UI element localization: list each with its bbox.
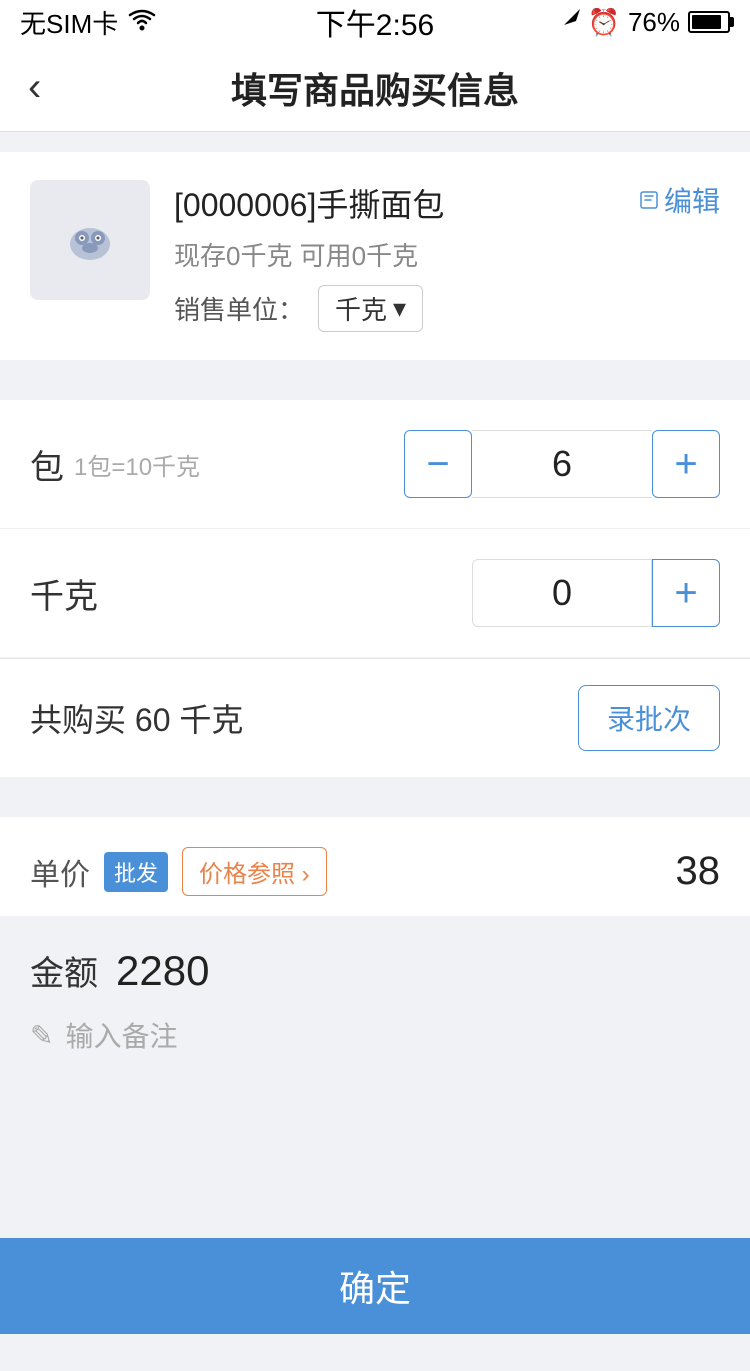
edit-note-icon: ✎ — [30, 1019, 53, 1052]
amount-row: 金额 2280 — [30, 946, 720, 995]
battery-percent: 76% — [628, 7, 680, 38]
amount-section: 金额 2280 ✎ 输入备注 — [0, 916, 750, 1071]
battery-icon — [688, 11, 730, 33]
unit-label: 销售单位： — [174, 290, 304, 327]
qty-input-bao[interactable] — [472, 430, 652, 498]
status-right: ⏰ 76% — [560, 7, 730, 38]
divider-1 — [0, 360, 750, 380]
qty-plus-button-bao[interactable]: + — [652, 430, 720, 498]
price-tag: 批发 — [104, 852, 168, 892]
qty-plus-button-kg[interactable]: + — [652, 559, 720, 627]
chevron-down-icon: ▾ — [393, 293, 406, 324]
qty-input-kg[interactable] — [472, 559, 652, 627]
amount-value: 2280 — [116, 947, 209, 995]
qty-controls-kg: + — [472, 559, 720, 627]
price-section: 单价 批发 价格参照 › 38 — [0, 817, 750, 916]
qty-minus-button-bao[interactable]: − — [404, 430, 472, 498]
note-row[interactable]: ✎ 输入备注 — [30, 1015, 720, 1055]
edit-button[interactable]: 编辑 — [638, 180, 720, 220]
location-icon — [560, 7, 580, 38]
nav-bar: ‹ 填写商品购买信息 — [0, 44, 750, 132]
status-left: 无SIM卡 — [20, 4, 156, 41]
qty-label-kg: 千克 — [30, 569, 98, 618]
price-ref-button[interactable]: 价格参照 › — [182, 847, 327, 896]
price-label: 单价 — [30, 850, 90, 894]
confirm-bar[interactable]: 确定 — [0, 1238, 750, 1334]
wifi-icon — [128, 7, 156, 38]
summary-row: 共购买 60 千克 录批次 — [0, 658, 750, 777]
alarm-icon: ⏰ — [588, 7, 620, 38]
confirm-button-label: 确定 — [339, 1260, 411, 1312]
time-label: 下午2:56 — [316, 0, 434, 44]
carrier-label: 无SIM卡 — [20, 4, 118, 41]
product-card: [0000006]手撕面包 编辑 现存0千克 可用0千克 销售单位： 千克 ▾ — [0, 152, 750, 360]
qty-label-bao: 包 — [30, 440, 64, 489]
product-info: [0000006]手撕面包 编辑 现存0千克 可用0千克 销售单位： 千克 ▾ — [174, 180, 720, 332]
product-thumbnail — [30, 180, 150, 300]
note-placeholder: 输入备注 — [65, 1015, 177, 1055]
product-unit-row: 销售单位： 千克 ▾ — [174, 285, 720, 332]
divider-2 — [0, 777, 750, 797]
amount-label: 金额 — [30, 946, 98, 995]
qty-sub-bao: 1包=10千克 — [74, 447, 200, 482]
page-title: 填写商品购买信息 — [231, 62, 519, 114]
product-stock: 现存0千克 可用0千克 — [174, 236, 720, 273]
back-button[interactable]: ‹ — [28, 65, 41, 110]
unit-selector[interactable]: 千克 ▾ — [318, 285, 423, 332]
status-bar: 无SIM卡 下午2:56 ⏰ 76% — [0, 0, 750, 44]
quantity-section: 包 1包=10千克 − + 千克 + 共购买 60 千克 录批次 — [0, 400, 750, 777]
quantity-row-bao: 包 1包=10千克 − + — [0, 400, 750, 529]
qty-controls-bao: − + — [404, 430, 720, 498]
batch-button[interactable]: 录批次 — [578, 685, 720, 751]
price-row: 单价 批发 价格参照 › 38 — [30, 847, 720, 896]
price-value: 38 — [676, 849, 721, 894]
summary-text: 共购买 60 千克 — [30, 695, 243, 741]
quantity-row-kg: 千克 + — [0, 529, 750, 658]
product-name: [0000006]手撕面包 — [174, 180, 638, 226]
